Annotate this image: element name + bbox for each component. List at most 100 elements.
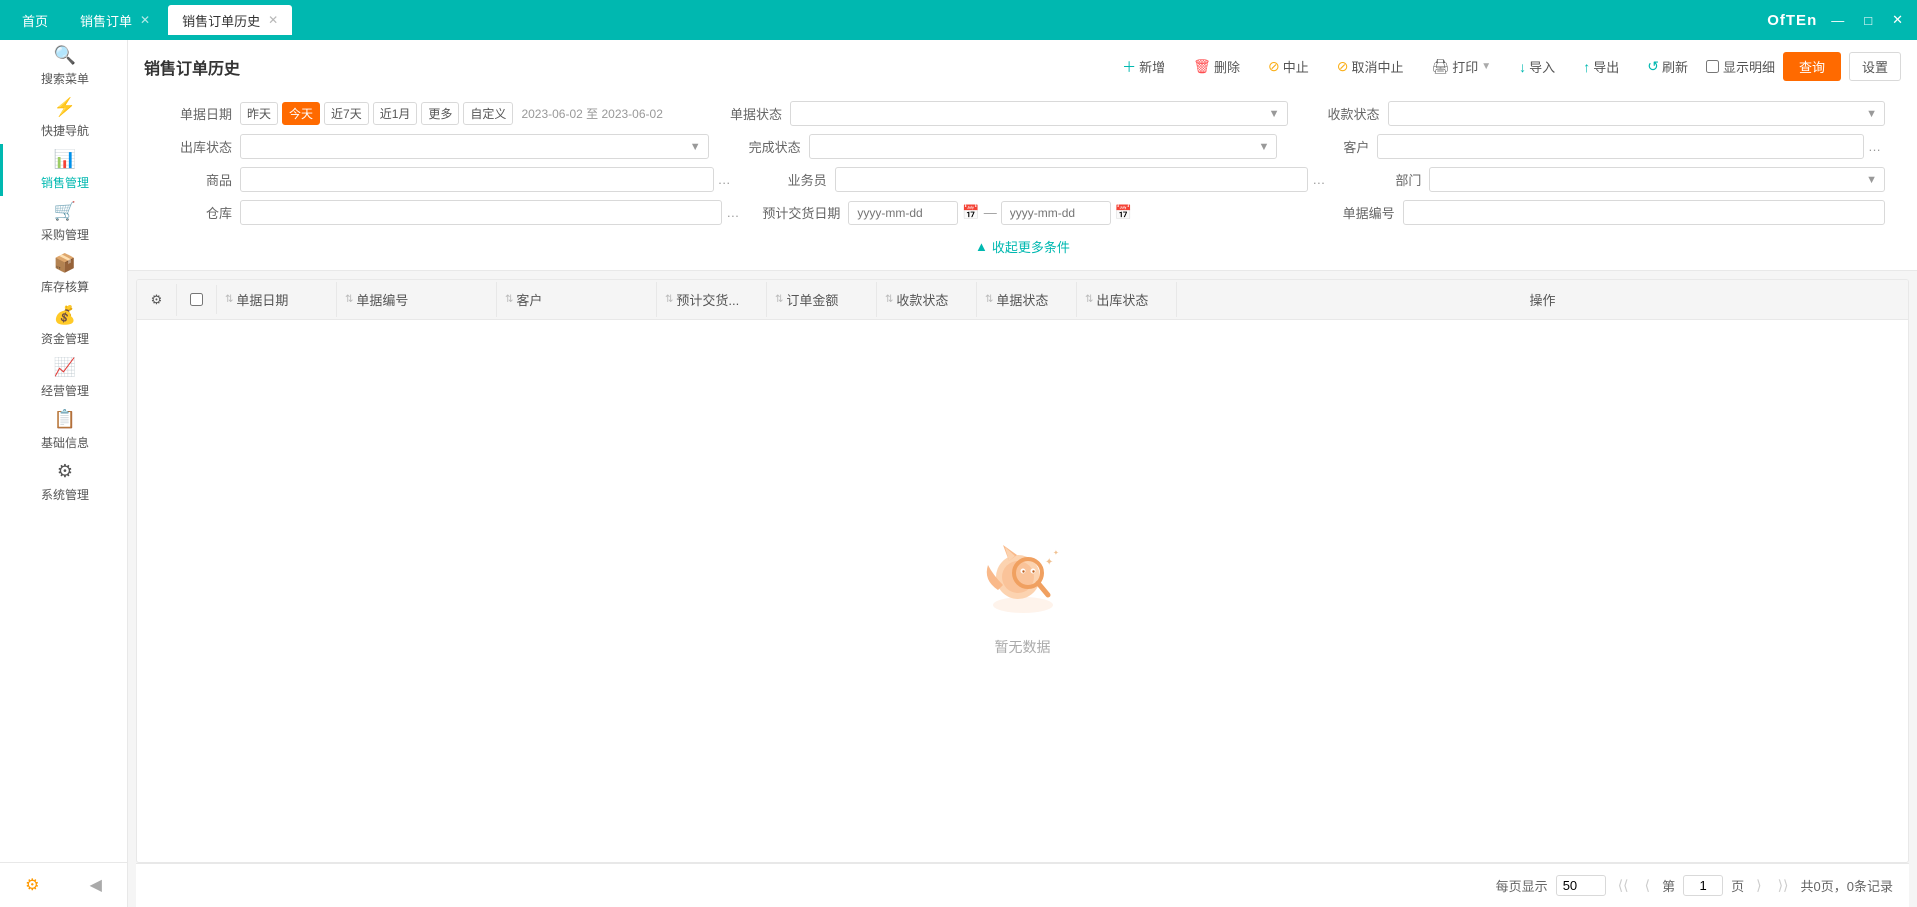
th-settings[interactable]: ⚙ xyxy=(137,284,177,316)
show-detail-checkbox[interactable]: 显示明细 xyxy=(1706,57,1775,76)
print-button[interactable]: 🖨 打印 ▼ xyxy=(1421,53,1501,80)
warehouse-dots[interactable]: … xyxy=(722,205,743,220)
sidebar-collapse-btn[interactable]: ◀ xyxy=(90,875,102,895)
sidebar-item-inventory[interactable]: 📦 库存核算 xyxy=(0,248,127,300)
export-button[interactable]: ↑ 导出 xyxy=(1573,53,1629,80)
last-page-btn[interactable]: ⟩⟩ xyxy=(1774,875,1793,896)
toolbar: ＋ 新增 🗑 删除 ⊘ 中止 ⊘ 取消中止 xyxy=(1112,52,1901,81)
new-button[interactable]: ＋ 新增 xyxy=(1112,53,1175,81)
date-today-btn[interactable]: 今天 xyxy=(282,102,320,125)
delete-button[interactable]: 🗑 删除 xyxy=(1183,53,1250,80)
sidebar-settings-btn[interactable]: ⚙ xyxy=(25,875,39,895)
salesman-dots[interactable]: … xyxy=(1308,172,1329,187)
th-out-sort-icon[interactable]: ⇅ xyxy=(1085,294,1093,305)
sidebar-item-purchase[interactable]: 🛒 采购管理 xyxy=(0,196,127,248)
stop-button[interactable]: ⊘ 中止 xyxy=(1258,53,1319,80)
order-no-input[interactable] xyxy=(1403,200,1885,225)
goods-label: 商品 xyxy=(160,170,240,189)
complete-status-select-wrapper: ▼ xyxy=(809,134,1278,159)
sidebar-item-system-label: 系统管理 xyxy=(41,486,89,503)
date-custom-btn[interactable]: 自定义 xyxy=(463,102,513,125)
warehouse-input[interactable] xyxy=(240,200,722,225)
page-number-input[interactable] xyxy=(1683,875,1723,896)
first-page-btn[interactable]: ⟨⟨ xyxy=(1614,875,1633,896)
next-page-btn[interactable]: ⟩ xyxy=(1752,875,1765,896)
th-amount-sort-icon[interactable]: ⇅ xyxy=(775,294,783,305)
tab-sales-order-history[interactable]: 销售订单历史 ✕ xyxy=(168,5,292,35)
order-status-select[interactable] xyxy=(790,101,1288,126)
refresh-button[interactable]: ↺ 刷新 xyxy=(1637,53,1698,80)
window-min-btn[interactable]: — xyxy=(1825,13,1850,28)
quick-nav-icon: ⚡ xyxy=(54,97,76,118)
collapse-more-btn[interactable]: ▲ 收起更多条件 xyxy=(160,233,1885,260)
th-receipt-status-label: 收款状态 xyxy=(896,290,948,309)
order-status-label: 单据状态 xyxy=(710,104,790,123)
receipt-status-label: 收款状态 xyxy=(1308,104,1388,123)
window-close-btn[interactable]: ✕ xyxy=(1886,12,1909,28)
th-delivery: ⇅ 预计交货... xyxy=(657,282,767,317)
show-detail-input[interactable] xyxy=(1706,60,1719,73)
total-info: 共0页，0条记录 xyxy=(1801,876,1893,895)
window-max-btn[interactable]: □ xyxy=(1858,13,1878,28)
tab-home-label: 首页 xyxy=(22,11,48,30)
tab-sales-order-history-close[interactable]: ✕ xyxy=(268,13,278,27)
select-all-checkbox[interactable] xyxy=(190,293,203,306)
date-1month-btn[interactable]: 近1月 xyxy=(373,102,418,125)
import-icon: ↓ xyxy=(1519,59,1526,75)
dept-select[interactable] xyxy=(1429,167,1885,192)
calendar-start-icon[interactable]: 📅 xyxy=(962,204,979,221)
sidebar-item-search[interactable]: 🔍 搜索菜单 xyxy=(0,40,127,92)
sidebar-item-system[interactable]: ⚙ 系统管理 xyxy=(0,456,127,508)
tab-home[interactable]: 首页 xyxy=(8,5,62,35)
salesman-input[interactable] xyxy=(835,167,1309,192)
filter-row-3: 商品 … 业务员 … 部门 ▼ xyxy=(160,167,1885,192)
receipt-status-select[interactable] xyxy=(1388,101,1886,126)
th-date-sort-icon[interactable]: ⇅ xyxy=(225,294,233,305)
sidebar-item-inventory-label: 库存核算 xyxy=(41,278,89,295)
finance-icon: 💰 xyxy=(54,305,76,326)
th-order-label: 单据编号 xyxy=(356,290,408,309)
out-status-label: 出库状态 xyxy=(160,137,240,156)
print-dropdown-icon[interactable]: ▼ xyxy=(1481,61,1491,72)
import-button[interactable]: ↓ 导入 xyxy=(1509,53,1565,80)
tab-sales-order-close[interactable]: ✕ xyxy=(140,13,150,27)
date-yesterday-btn[interactable]: 昨天 xyxy=(240,102,278,125)
sidebar-item-basic-info[interactable]: 📋 基础信息 xyxy=(0,404,127,456)
per-page-select[interactable]: 50 100 200 xyxy=(1556,875,1606,896)
sidebar-item-finance[interactable]: 💰 资金管理 xyxy=(0,300,127,352)
warehouse-label: 仓库 xyxy=(160,203,240,222)
setting-button[interactable]: 设置 xyxy=(1849,52,1901,81)
date-more-btn[interactable]: 更多 xyxy=(421,102,459,125)
delivery-date-start[interactable] xyxy=(848,201,958,225)
query-button[interactable]: 查询 xyxy=(1783,52,1841,81)
date-7days-btn[interactable]: 近7天 xyxy=(324,102,369,125)
th-customer-sort-icon[interactable]: ⇅ xyxy=(505,294,513,305)
tab-sales-order[interactable]: 销售订单 ✕ xyxy=(66,5,164,35)
customer-input[interactable] xyxy=(1377,134,1864,159)
pagination: 每页显示 50 100 200 ⟨⟨ ⟨ 第 页 ⟩ ⟩⟩ 共0页，0条记录 xyxy=(136,863,1909,907)
prev-page-btn[interactable]: ⟨ xyxy=(1641,875,1654,896)
th-receipt-sort-icon[interactable]: ⇅ xyxy=(885,294,893,305)
page-title: 销售订单历史 xyxy=(144,55,240,79)
th-status-sort-icon[interactable]: ⇅ xyxy=(985,294,993,305)
calendar-end-icon[interactable]: 📅 xyxy=(1115,204,1132,221)
delivery-date-end[interactable] xyxy=(1001,201,1111,225)
goods-dots[interactable]: … xyxy=(714,172,735,187)
th-check[interactable] xyxy=(177,285,217,314)
filter-row-2: 出库状态 ▼ 完成状态 ▼ 客户 … xyxy=(160,134,1885,159)
sidebar-item-sales[interactable]: 📊 销售管理 xyxy=(0,144,127,196)
cancel-stop-button[interactable]: ⊘ 取消中止 xyxy=(1327,53,1414,80)
goods-input[interactable] xyxy=(240,167,714,192)
th-op: 操作 xyxy=(1177,282,1908,317)
brand-label: OfTEn xyxy=(1767,12,1817,29)
main-layout: 🔍 搜索菜单 ⚡ 快捷导航 📊 销售管理 🛒 采购管理 📦 库存核算 💰 资金管… xyxy=(0,40,1917,907)
out-status-select[interactable] xyxy=(240,134,709,159)
refresh-label: 刷新 xyxy=(1662,57,1688,76)
th-order-sort-icon[interactable]: ⇅ xyxy=(345,294,353,305)
th-delivery-sort-icon[interactable]: ⇅ xyxy=(665,294,673,305)
complete-status-select[interactable] xyxy=(809,134,1278,159)
svg-text:✦: ✦ xyxy=(1053,549,1059,557)
sidebar-item-quick-nav[interactable]: ⚡ 快捷导航 xyxy=(0,92,127,144)
sidebar-item-operations[interactable]: 📈 经营管理 xyxy=(0,352,127,404)
customer-dots[interactable]: … xyxy=(1864,139,1885,154)
